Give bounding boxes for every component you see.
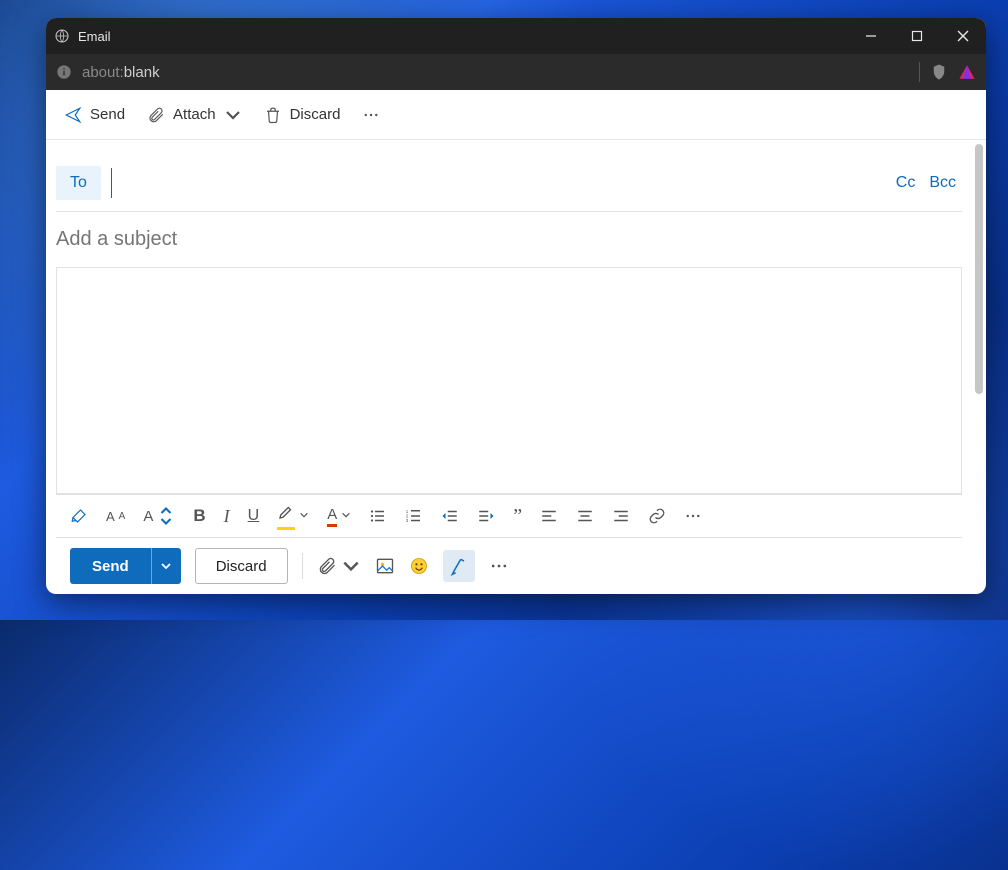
attach-icon bbox=[317, 556, 337, 576]
attach-label: Attach bbox=[173, 106, 216, 123]
bold-button[interactable]: B bbox=[193, 506, 205, 526]
trash-icon bbox=[264, 106, 282, 124]
cc-button[interactable]: Cc bbox=[896, 174, 916, 192]
align-left-button[interactable] bbox=[540, 507, 558, 525]
compose-toolbar: Send Attach Discard bbox=[46, 90, 986, 140]
app-window: Email about:blank Send Attach Discard bbox=[46, 18, 986, 594]
image-icon bbox=[375, 556, 395, 576]
site-info-icon[interactable] bbox=[56, 64, 72, 80]
titlebar: Email bbox=[46, 18, 986, 54]
insert-image-button[interactable] bbox=[375, 556, 395, 576]
close-button[interactable] bbox=[940, 18, 986, 54]
window-title: Email bbox=[78, 29, 111, 44]
toggle-editor-button[interactable] bbox=[443, 550, 475, 582]
link-button[interactable] bbox=[648, 507, 666, 525]
format-painter-button[interactable] bbox=[70, 507, 88, 525]
scrollbar-thumb[interactable] bbox=[975, 144, 983, 394]
send-label: Send bbox=[90, 106, 125, 123]
compose-form: To Cc Bcc AA A B I U bbox=[46, 140, 972, 594]
align-right-button[interactable] bbox=[612, 507, 630, 525]
font-size-button[interactable]: A bbox=[143, 507, 175, 525]
font-color-button[interactable]: A bbox=[327, 506, 351, 527]
attach-icon bbox=[147, 106, 165, 124]
send-button[interactable]: Send bbox=[70, 548, 151, 584]
svg-text:3: 3 bbox=[406, 518, 409, 523]
italic-button[interactable]: I bbox=[224, 506, 230, 527]
to-row: To Cc Bcc bbox=[56, 154, 962, 212]
highlight-button[interactable] bbox=[277, 503, 309, 530]
emoji-button[interactable] bbox=[409, 556, 429, 576]
underline-button[interactable]: U bbox=[248, 507, 260, 525]
globe-icon bbox=[54, 28, 70, 44]
subject-row bbox=[56, 212, 962, 268]
quote-button[interactable]: ” bbox=[513, 511, 522, 521]
attach-button[interactable]: Attach bbox=[139, 100, 250, 130]
to-button[interactable]: To bbox=[56, 166, 101, 200]
message-body[interactable] bbox=[56, 268, 962, 494]
bullet-list-button[interactable] bbox=[369, 507, 387, 525]
address-bar[interactable]: about:blank bbox=[46, 54, 986, 90]
chevron-down-icon bbox=[341, 556, 361, 576]
chevron-down-icon bbox=[224, 106, 242, 124]
more-icon bbox=[489, 556, 509, 576]
url-text: about:blank bbox=[82, 64, 160, 81]
send-icon bbox=[64, 106, 82, 124]
numbered-list-button[interactable]: 123 bbox=[405, 507, 423, 525]
editor-icon bbox=[449, 556, 469, 576]
more-button[interactable] bbox=[354, 100, 388, 130]
send-options-button[interactable] bbox=[151, 548, 181, 584]
separator bbox=[302, 553, 303, 579]
align-center-button[interactable] bbox=[576, 507, 594, 525]
outdent-button[interactable] bbox=[441, 507, 459, 525]
minimize-button[interactable] bbox=[848, 18, 894, 54]
scrollbar[interactable] bbox=[972, 140, 986, 594]
send-button-top[interactable]: Send bbox=[56, 100, 133, 130]
to-input[interactable] bbox=[111, 168, 886, 198]
discard-button[interactable]: Discard bbox=[195, 548, 288, 584]
bottom-more-button[interactable] bbox=[489, 556, 509, 576]
more-icon bbox=[362, 106, 380, 124]
discard-button-top[interactable]: Discard bbox=[256, 100, 349, 130]
format-more-button[interactable] bbox=[684, 507, 702, 525]
content-area: To Cc Bcc AA A B I U bbox=[46, 140, 986, 594]
separator bbox=[919, 62, 920, 82]
brave-shield-icon[interactable] bbox=[930, 63, 948, 81]
indent-button[interactable] bbox=[477, 507, 495, 525]
attach-button-bottom[interactable] bbox=[317, 556, 361, 576]
format-toolbar: AA A B I U A 123 ” bbox=[56, 494, 962, 538]
send-split-button: Send bbox=[70, 548, 181, 584]
action-bar: Send Discard bbox=[56, 538, 962, 594]
font-button[interactable]: AA bbox=[106, 509, 125, 524]
maximize-button[interactable] bbox=[894, 18, 940, 54]
bcc-button[interactable]: Bcc bbox=[929, 174, 956, 192]
brave-rewards-icon[interactable] bbox=[958, 63, 976, 81]
emoji-icon bbox=[409, 556, 429, 576]
discard-label: Discard bbox=[290, 106, 341, 123]
subject-input[interactable] bbox=[56, 228, 962, 251]
